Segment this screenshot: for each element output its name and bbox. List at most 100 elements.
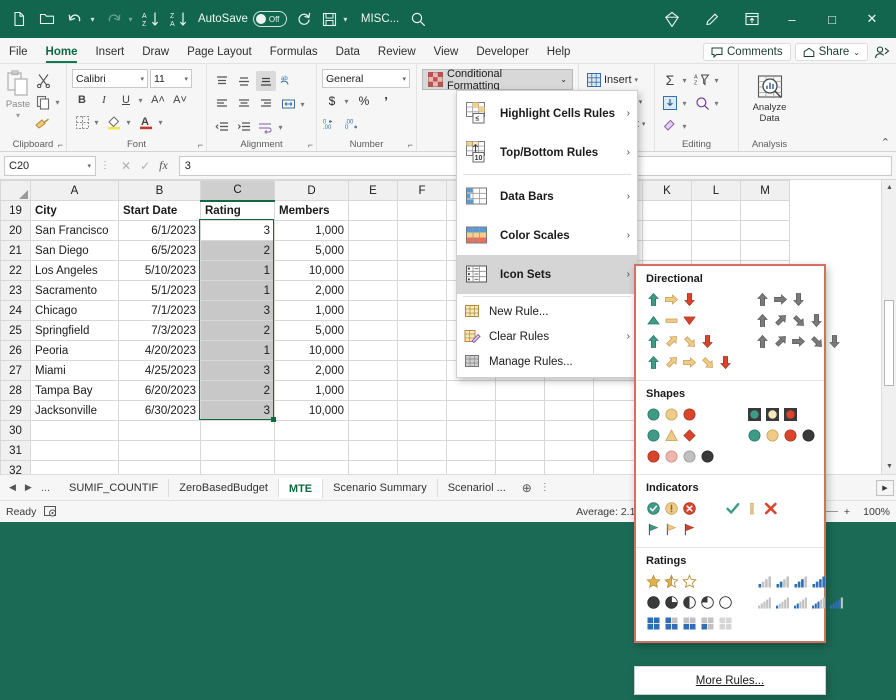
borders-chevron-down-icon[interactable]: ▾ xyxy=(91,118,102,127)
cell-c23[interactable]: 1 xyxy=(201,281,275,301)
customize-qat-chevron-down-icon[interactable]: ▾ xyxy=(340,15,351,24)
row-header-28[interactable]: 28 xyxy=(1,381,31,401)
cell-d31[interactable] xyxy=(275,441,349,461)
cell-h31[interactable] xyxy=(496,441,545,461)
share-person-icon[interactable] xyxy=(872,45,892,60)
font-family-combobox[interactable]: Calibri▾ xyxy=(72,69,148,88)
cell-a28[interactable]: Tampa Bay xyxy=(31,381,119,401)
cell-e27[interactable] xyxy=(349,361,398,381)
name-box-chevron-down-icon[interactable]: ▾ xyxy=(87,162,91,170)
clipboard-dialog-launcher-icon[interactable]: ⌐ xyxy=(58,140,63,150)
cell-b20[interactable]: 6/1/2023 xyxy=(119,221,201,241)
insert-cells-chevron-down-icon[interactable]: ▾ xyxy=(635,76,639,84)
cell-f21[interactable] xyxy=(398,241,447,261)
cell-k21[interactable] xyxy=(643,241,692,261)
align-middle-icon[interactable] xyxy=(234,71,254,91)
cf-menu-item-icon-sets[interactable]: Icon Sets › xyxy=(457,255,637,294)
currency-button[interactable]: $ xyxy=(322,91,342,111)
table-row[interactable]: 20 San Francisco 6/1/2023 3 1,000 xyxy=(1,221,790,241)
align-left-icon[interactable] xyxy=(212,94,232,114)
row-header-20[interactable]: 20 xyxy=(1,221,31,241)
decrease-decimal-icon[interactable]: .000 xyxy=(344,114,364,134)
scroll-down-arrow-icon[interactable]: ▼ xyxy=(882,459,896,474)
column-header-k[interactable]: K xyxy=(643,181,692,201)
number-dialog-launcher-icon[interactable]: ⌐ xyxy=(408,140,413,150)
cell-e22[interactable] xyxy=(349,261,398,281)
vertical-scrollbar[interactable]: ▲ ▼ xyxy=(881,180,896,474)
cell-e30[interactable] xyxy=(349,421,398,441)
sheet-tab-sumif-countif[interactable]: SUMIF_COUNTIF xyxy=(59,479,169,497)
alignment-dialog-launcher-icon[interactable]: ⌐ xyxy=(308,140,313,150)
cell-f23[interactable] xyxy=(398,281,447,301)
comma-style-button[interactable]: ’ xyxy=(376,91,396,111)
row-header-32[interactable]: 32 xyxy=(1,461,31,475)
clear-chevron-down-icon[interactable]: ▾ xyxy=(679,122,690,131)
row-header-26[interactable]: 26 xyxy=(1,341,31,361)
ribbon-tab-draw[interactable]: Draw xyxy=(133,42,178,63)
cell-h32[interactable] xyxy=(496,461,545,475)
cell-d22[interactable]: 10,000 xyxy=(275,261,349,281)
undo-icon[interactable] xyxy=(62,6,88,32)
more-vertical-icon[interactable]: ⋮ xyxy=(100,160,110,171)
align-bottom-icon[interactable] xyxy=(256,71,276,91)
minimize-button[interactable]: – xyxy=(772,4,812,34)
sort-ascending-icon[interactable]: AZ xyxy=(138,6,164,32)
icon-set-3-stars[interactable] xyxy=(646,572,733,590)
pen-icon[interactable] xyxy=(692,4,732,34)
column-header-e[interactable]: E xyxy=(349,181,398,201)
font-family-chevron-down-icon[interactable]: ▾ xyxy=(140,75,144,83)
ribbon-tab-formulas[interactable]: Formulas xyxy=(261,42,327,63)
accessibility-checker-icon[interactable] xyxy=(44,505,58,518)
icon-set-5-arrows-colored[interactable] xyxy=(646,353,733,371)
cell-h29[interactable] xyxy=(496,401,545,421)
cell-l20[interactable] xyxy=(692,221,741,241)
grow-font-button[interactable]: A˄ xyxy=(148,90,168,110)
row-header-24[interactable]: 24 xyxy=(1,301,31,321)
ribbon-tab-file[interactable]: File xyxy=(0,42,37,63)
conditional-formatting-button[interactable]: Conditional Formatting ⌄ xyxy=(422,69,573,90)
sort-descending-icon[interactable]: ZA xyxy=(166,6,192,32)
cell-a26[interactable]: Peoria xyxy=(31,341,119,361)
analyze-data-button[interactable]: Analyze Data xyxy=(744,71,795,124)
cell-f26[interactable] xyxy=(398,341,447,361)
vertical-scrollbar-thumb[interactable] xyxy=(884,300,894,386)
cell-g30[interactable] xyxy=(447,421,496,441)
cell-d32[interactable] xyxy=(275,461,349,475)
cell-b27[interactable]: 4/25/2023 xyxy=(119,361,201,381)
number-format-chevron-down-icon[interactable]: ▾ xyxy=(402,75,406,83)
ribbon-display-options-icon[interactable] xyxy=(732,4,772,34)
cell-a32[interactable] xyxy=(31,461,119,475)
merge-center-chevron-down-icon[interactable]: ▾ xyxy=(297,100,308,109)
cell-d28[interactable]: 1,000 xyxy=(275,381,349,401)
cell-i28[interactable] xyxy=(545,381,594,401)
sheet-tab-scenario1[interactable]: Scenariol ... xyxy=(438,479,516,497)
underline-button[interactable]: U xyxy=(116,90,136,110)
borders-button[interactable] xyxy=(72,112,92,132)
underline-chevron-down-icon[interactable]: ▾ xyxy=(135,96,146,105)
delete-cells-chevron-down-icon[interactable]: ▾ xyxy=(639,98,643,106)
close-button[interactable]: ✕ xyxy=(852,4,892,34)
increase-decimal-icon[interactable]: .000 xyxy=(322,114,342,134)
cell-a20[interactable]: San Francisco xyxy=(31,221,119,241)
insert-cells-button[interactable]: Insert ▾ xyxy=(584,69,641,90)
sheet-nav-last-icon[interactable]: ▶ xyxy=(25,482,32,493)
cut-button[interactable] xyxy=(33,70,53,90)
icon-set-4-arrows-gray[interactable] xyxy=(755,311,842,329)
cell-e28[interactable] xyxy=(349,381,398,401)
cell-b31[interactable] xyxy=(119,441,201,461)
cf-menu-item-highlight-cells-rules[interactable]: ≤ Highlight Cells Rules › xyxy=(457,94,637,133)
cell-l21[interactable] xyxy=(692,241,741,261)
cell-d24[interactable]: 1,000 xyxy=(275,301,349,321)
ribbon-tab-review[interactable]: Review xyxy=(369,42,425,63)
cell-l19[interactable] xyxy=(692,201,741,221)
cell-m21[interactable] xyxy=(741,241,790,261)
italic-button[interactable]: I xyxy=(94,90,114,110)
cell-k20[interactable] xyxy=(643,221,692,241)
cell-e19[interactable] xyxy=(349,201,398,221)
fill-down-icon[interactable] xyxy=(660,93,680,113)
cell-b24[interactable]: 7/1/2023 xyxy=(119,301,201,321)
row-header-30[interactable]: 30 xyxy=(1,421,31,441)
copy-button[interactable] xyxy=(33,92,53,112)
icon-set-3-triangles[interactable] xyxy=(646,311,733,329)
ribbon-tab-home[interactable]: Home xyxy=(37,42,87,63)
